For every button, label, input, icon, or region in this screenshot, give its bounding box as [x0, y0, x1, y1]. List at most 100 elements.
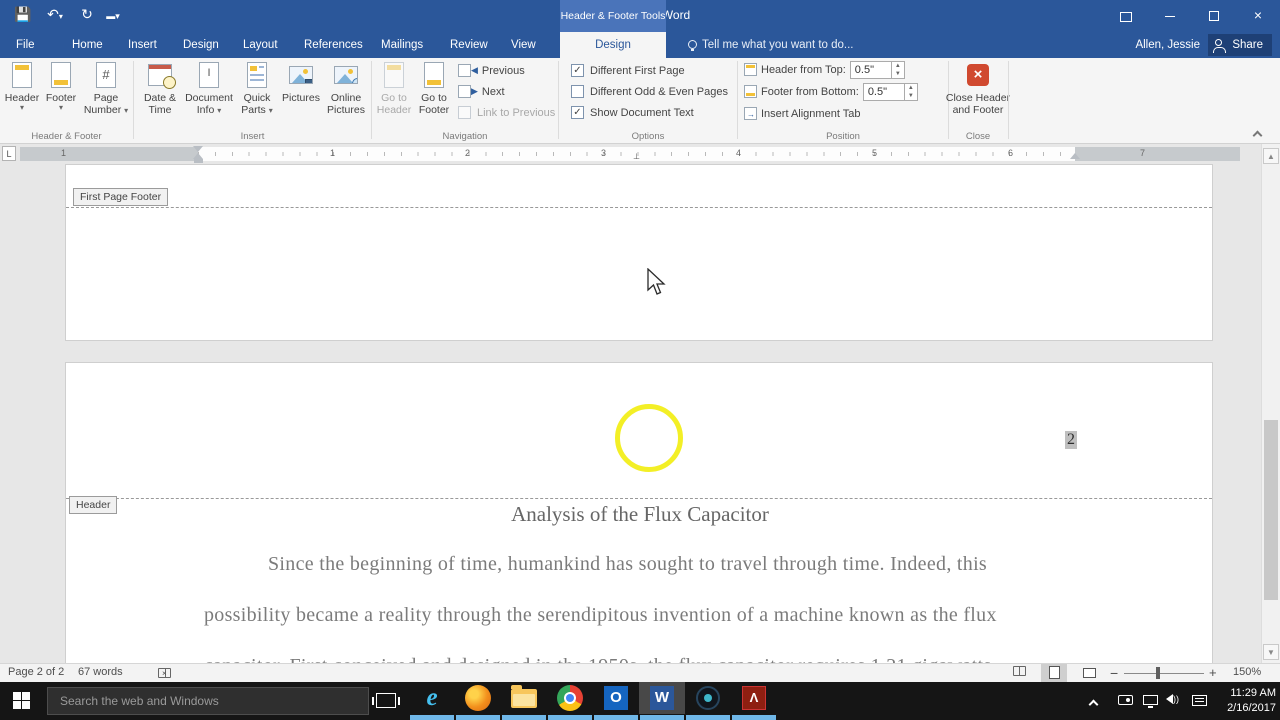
read-mode-button[interactable] [1006, 664, 1032, 682]
tray-network-icon[interactable] [1143, 695, 1158, 708]
scroll-down-button[interactable]: ▼ [1263, 644, 1279, 660]
scroll-up-button[interactable]: ▲ [1263, 148, 1279, 164]
web-layout-button[interactable] [1076, 664, 1102, 682]
document-info-button[interactable]: I Document Info ▾ [184, 60, 234, 116]
tell-me-box[interactable]: Tell me what you want to do... [688, 32, 854, 58]
go-to-header-icon [384, 60, 404, 90]
ribbon: Header ▾ Footer ▾ # Page Number ▾ Header & … [0, 58, 1280, 144]
header-button[interactable]: Header ▾ [2, 60, 42, 112]
body-text-line[interactable]: possibility became a reality through the… [204, 604, 997, 627]
taskbar-item-acrobat[interactable]: Λ [731, 682, 777, 714]
taskbar-item-firefox[interactable] [455, 682, 501, 714]
taskbar-item-media-app[interactable] [685, 682, 731, 714]
insert-alignment-tab-button[interactable]: → Insert Alignment Tab [744, 105, 860, 122]
link-to-previous-button[interactable]: Link to Previous [458, 104, 555, 121]
left-indent-marker[interactable] [194, 159, 203, 163]
vertical-scrollbar[interactable]: ▲ ▼ [1261, 144, 1280, 663]
acrobat-icon: Λ [742, 686, 766, 710]
zoom-level[interactable]: 150% [1233, 666, 1261, 678]
show-document-text-checkbox[interactable]: ✓ Show Document Text [571, 104, 694, 121]
file-explorer-icon [511, 684, 537, 708]
taskbar-item-internet-explorer[interactable]: e [409, 682, 455, 714]
body-text-line[interactable]: capacitor. First conceived and designed … [204, 655, 991, 663]
different-first-page-checkbox[interactable]: ✓ Different First Page [571, 62, 685, 79]
page-indicator[interactable]: Page 2 of 2 [8, 666, 64, 678]
collapse-ribbon-icon[interactable] [1252, 126, 1263, 144]
tray-device-icon[interactable] [1118, 695, 1133, 705]
tab-mailings[interactable]: Mailings [371, 32, 433, 58]
tab-header-footer-design-active[interactable]: Design [560, 32, 666, 58]
scrollbar-thumb[interactable] [1264, 420, 1278, 600]
footer-from-bottom-icon [744, 85, 757, 98]
date-time-button[interactable]: Date & Time [138, 60, 182, 116]
taskbar-item-outlook[interactable]: O [593, 682, 639, 714]
outlook-icon: O [604, 686, 628, 710]
footer-from-bottom-input[interactable] [863, 83, 904, 100]
tab-insert[interactable]: Insert [118, 32, 167, 58]
taskbar-search[interactable] [47, 687, 369, 715]
print-layout-button[interactable] [1041, 664, 1067, 682]
document-info-icon: I [199, 60, 219, 90]
tab-selector[interactable]: L [2, 146, 16, 161]
zoom-out-button[interactable]: − [1110, 665, 1118, 681]
close-header-footer-button[interactable]: × Close Header and Footer [945, 60, 1011, 116]
tab-design[interactable]: Design [173, 32, 229, 58]
online-pictures-button[interactable]: Online Pictures [324, 60, 368, 116]
horizontal-ruler[interactable]: L 1 1 2 3 4 5 6 7 ⊥ [0, 144, 1280, 164]
right-indent-marker[interactable] [1070, 153, 1080, 159]
close-button[interactable]: × [1236, 0, 1280, 32]
next-button[interactable]: ▶ Next [458, 83, 505, 100]
page-1[interactable]: First Page Footer [65, 164, 1213, 341]
page-number-field[interactable]: 2 [1065, 431, 1077, 449]
group-position: Header from Top: ▲▼ Footer from Bottom: … [738, 58, 948, 144]
link-to-previous-icon [458, 106, 471, 119]
go-to-footer-button[interactable]: Go to Footer [414, 60, 454, 116]
taskbar-item-file-explorer[interactable] [501, 682, 547, 714]
page-number-button[interactable]: # Page Number ▾ [80, 60, 132, 116]
header-from-top-spinner[interactable]: ▲▼ [849, 60, 905, 79]
footer-from-bottom-spinner[interactable]: ▲▼ [862, 82, 918, 101]
tray-volume-icon[interactable]: )) [1166, 692, 1179, 707]
account-name[interactable]: Allen, Jessie [1135, 32, 1200, 58]
page-number-icon: # [96, 60, 116, 90]
header-tag: Header [69, 496, 118, 514]
next-icon [458, 85, 471, 98]
start-button[interactable] [0, 682, 46, 720]
checkbox-unchecked-icon [571, 85, 584, 98]
zoom-slider-thumb[interactable] [1156, 667, 1160, 679]
center-tab-stop-marker[interactable]: ⊥ [633, 152, 640, 161]
proofing-errors-icon[interactable]: × [158, 668, 176, 681]
footer-button[interactable]: Footer ▾ [42, 60, 80, 112]
taskbar-clock[interactable]: 11:29 AM 2/16/2017 [1198, 686, 1276, 716]
tab-references[interactable]: References [294, 32, 373, 58]
tab-view[interactable]: View [501, 32, 546, 58]
search-input[interactable] [48, 688, 368, 714]
person-icon [1213, 39, 1227, 53]
tab-file[interactable]: File [6, 32, 45, 58]
zoom-slider-track[interactable] [1124, 673, 1204, 674]
ribbon-display-options-button[interactable] [1104, 0, 1148, 32]
taskbar-item-word-active[interactable]: W [639, 682, 685, 714]
body-text-line[interactable]: Since the beginning of time, humankind h… [268, 553, 987, 576]
header-from-top-input[interactable] [850, 61, 891, 78]
windows-logo-icon [13, 692, 30, 709]
different-odd-even-checkbox[interactable]: Different Odd & Even Pages [571, 83, 728, 100]
tray-chevron-icon[interactable] [1088, 696, 1099, 711]
zoom-in-button[interactable]: + [1209, 665, 1217, 680]
share-button[interactable]: Share [1208, 34, 1272, 56]
document-heading[interactable]: Analysis of the Flux Capacitor [204, 502, 1076, 527]
word-count[interactable]: 67 words [78, 666, 123, 678]
go-to-header-button[interactable]: Go to Header [374, 60, 414, 116]
restore-button[interactable] [1192, 0, 1236, 32]
tab-home[interactable]: Home [62, 32, 113, 58]
previous-button[interactable]: ◀ Previous [458, 62, 525, 79]
pictures-button[interactable]: Pictures [280, 60, 322, 104]
first-line-indent-marker[interactable] [193, 146, 203, 152]
tab-review[interactable]: Review [440, 32, 498, 58]
tab-layout[interactable]: Layout [233, 32, 288, 58]
taskbar-item-chrome[interactable] [547, 682, 593, 714]
quick-parts-button[interactable]: Quick Parts ▾ [236, 60, 278, 116]
task-view-icon[interactable] [372, 693, 400, 708]
minimize-button[interactable] [1148, 0, 1192, 32]
header-from-top-icon [744, 63, 757, 76]
